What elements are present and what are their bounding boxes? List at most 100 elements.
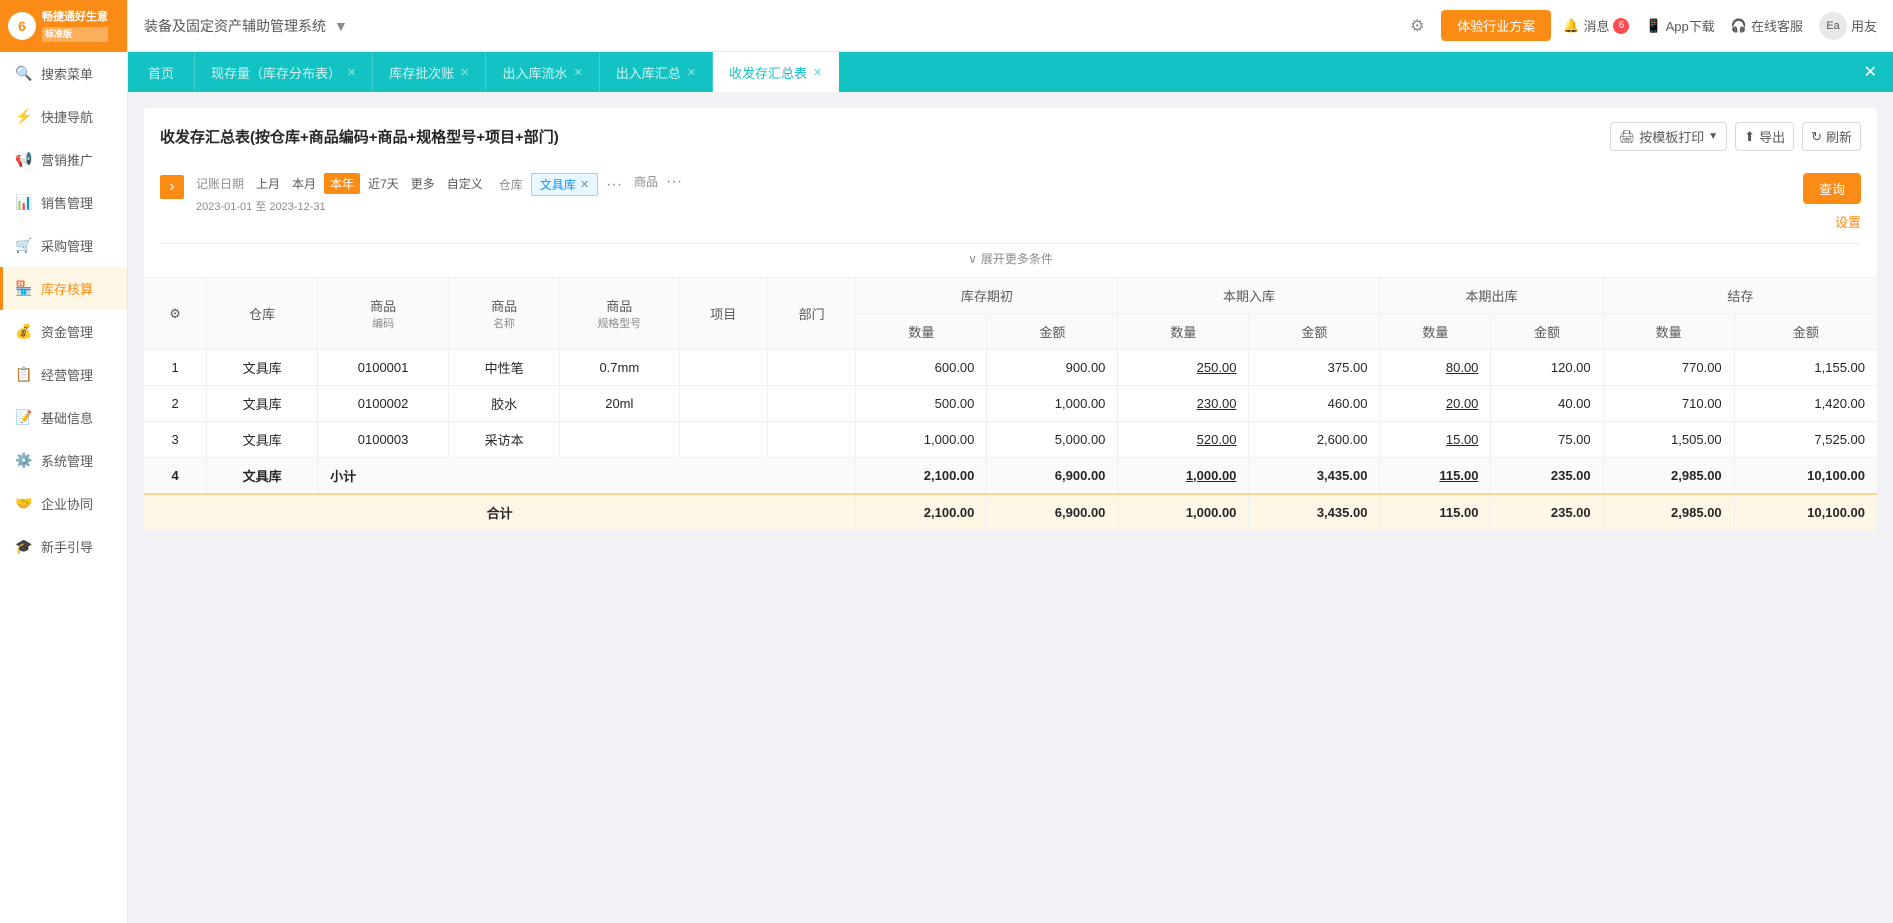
goods-filter-group: 商品 ··· (634, 173, 682, 190)
expand-conditions-btn[interactable]: ∨ 展开更多条件 (968, 250, 1053, 267)
tab-close-inventory-dist[interactable]: ✕ (347, 66, 356, 79)
cell-open-amt-3: 5,000.00 (987, 422, 1118, 458)
cell-code-2: 0100002 (318, 386, 449, 422)
bell-icon: 🔔 (1563, 18, 1579, 34)
cell-seq-3: 3 (144, 422, 207, 458)
tab-close-inout-flow[interactable]: ✕ (574, 66, 583, 79)
print-btn[interactable]: 🖨 按模板打印 ▼ (1610, 122, 1727, 151)
cell-code-3: 0100003 (318, 422, 449, 458)
cell-out-qty-2[interactable]: 20.00 (1380, 386, 1491, 422)
top-header: 装备及固定资产辅助管理系统 ▼ ⚙ 体验行业方案 🔔 消息 6 📱 App下载 … (128, 0, 1893, 52)
tab-close-batch[interactable]: ✕ (460, 66, 469, 79)
cell-in-amt-1: 375.00 (1249, 350, 1380, 386)
settings-text-button[interactable]: 设置 (1835, 208, 1861, 235)
shortcut-last-month[interactable]: 上月 (252, 173, 284, 194)
query-button[interactable]: 查询 (1803, 173, 1861, 204)
cell-open-amt-2: 1,000.00 (987, 386, 1118, 422)
cell-sub-in-qty[interactable]: 1,000.00 (1118, 458, 1249, 495)
cell-total-in-qty: 1,000.00 (1118, 494, 1249, 531)
sidebar-item-inventory[interactable]: 🏪 库存核算 (0, 267, 127, 310)
shortcut-this-month[interactable]: 本月 (288, 173, 320, 194)
sidebar-item-finance[interactable]: 💰 资金管理 (0, 310, 127, 353)
shortcut-more[interactable]: 更多 (407, 173, 439, 194)
expand-row: ∨ 展开更多条件 (160, 243, 1861, 277)
settings-icon-btn[interactable]: ⚙ (1405, 14, 1429, 38)
sidebar-item-search[interactable]: 🔍 搜索菜单 (0, 52, 127, 95)
refresh-btn[interactable]: ↻ 刷新 (1802, 122, 1861, 151)
user-action[interactable]: Ea 用友 (1819, 12, 1877, 40)
tab-inout-flow[interactable]: 出入库流水 ✕ (486, 52, 599, 92)
system-title-text: 装备及固定资产辅助管理系统 (144, 16, 326, 36)
tab-inventory-dist[interactable]: 现存量（库存分布表） ✕ (195, 52, 373, 92)
sidebar-item-purchase[interactable]: 🛒 采购管理 (0, 224, 127, 267)
main-table: ⚙ 仓库 商品编码 商品名称 商品规格型号 项目 部门 库存期初 本期入库 本期… (144, 278, 1877, 531)
app-download-action[interactable]: 📱 App下载 (1645, 16, 1714, 35)
cell-sub-out-qty[interactable]: 115.00 (1380, 458, 1491, 495)
cell-spec-2: 20ml (560, 386, 680, 422)
th-close-qty: 数量 (1603, 314, 1734, 350)
filter-toggle-button[interactable]: › (160, 175, 184, 199)
page-title-text: 收发存汇总表(按仓库+商品编码+商品+规格型号+项目+部门) (160, 126, 559, 147)
search-icon: 🔍 (15, 65, 33, 82)
cell-open-amt-1: 900.00 (987, 350, 1118, 386)
sidebar-item-quick-nav[interactable]: ⚡ 快捷导航 (0, 95, 127, 138)
th-settings[interactable]: ⚙ (144, 278, 207, 350)
tab-receive-summary[interactable]: 收发存汇总表 ✕ (713, 52, 839, 92)
cell-out-qty-3[interactable]: 15.00 (1380, 422, 1491, 458)
cell-dept-1 (767, 350, 855, 386)
warehouse-tag[interactable]: 文具库 ✕ (531, 173, 598, 196)
settings-gear-icon: ⚙ (1410, 16, 1424, 36)
online-service-action[interactable]: 🎧 在线客服 (1731, 16, 1803, 35)
lightning-icon: ⚡ (15, 108, 33, 125)
tab-bar-close-btn[interactable]: ✕ (1848, 62, 1893, 82)
sidebar-item-sales[interactable]: 📊 销售管理 (0, 181, 127, 224)
sidebar-item-system[interactable]: ⚙️ 系统管理 (0, 439, 127, 482)
th-goods-spec: 商品规格型号 (560, 278, 680, 350)
table-settings-icon[interactable]: ⚙ (169, 306, 181, 321)
cell-total-close-amt: 10,100.00 (1734, 494, 1877, 531)
sidebar-item-guide[interactable]: 🎓 新手引导 (0, 525, 127, 568)
note-icon: 📝 (15, 409, 33, 426)
headset-icon: 🎧 (1731, 18, 1747, 34)
tab-close-receive-summary[interactable]: ✕ (813, 66, 822, 79)
cell-in-qty-2[interactable]: 230.00 (1118, 386, 1249, 422)
system-title-area: 装备及固定资产辅助管理系统 ▼ (144, 16, 1393, 36)
warehouse-tag-close[interactable]: ✕ (580, 178, 589, 191)
tab-batch[interactable]: 库存批次账 ✕ (373, 52, 486, 92)
page-card: 收发存汇总表(按仓库+商品编码+商品+规格型号+项目+部门) 🖨 按模板打印 ▼… (144, 108, 1877, 531)
warehouse-more-btn[interactable]: ··· (606, 177, 622, 193)
shortcut-this-year[interactable]: 本年 (324, 173, 360, 194)
cell-close-amt-2: 1,420.00 (1734, 386, 1877, 422)
goods-more-btn[interactable]: ··· (666, 174, 682, 190)
cell-total-label: 合计 (144, 494, 856, 531)
page-title-row: 收发存汇总表(按仓库+商品编码+商品+规格型号+项目+部门) 🖨 按模板打印 ▼… (160, 122, 1861, 151)
th-in: 本期入库 (1118, 278, 1380, 314)
cell-out-qty-1[interactable]: 80.00 (1380, 350, 1491, 386)
cell-total-open-qty: 2,100.00 (856, 494, 987, 531)
cell-in-qty-3[interactable]: 520.00 (1118, 422, 1249, 458)
shortcut-7days[interactable]: 近7天 (364, 173, 403, 194)
message-action[interactable]: 🔔 消息 6 (1563, 16, 1629, 35)
cell-close-amt-1: 1,155.00 (1734, 350, 1877, 386)
tab-inout-summary[interactable]: 出入库汇总 ✕ (600, 52, 713, 92)
cell-total-out-qty: 115.00 (1380, 494, 1491, 531)
cell-open-qty-3: 1,000.00 (856, 422, 987, 458)
chart-icon: 📊 (15, 194, 33, 211)
export-btn[interactable]: ⬆ 导出 (1735, 122, 1794, 151)
tab-close-inout-summary[interactable]: ✕ (687, 66, 696, 79)
sidebar-menu: 🔍 搜索菜单 ⚡ 快捷导航 📢 营销推广 📊 销售管理 🛒 采购管理 🏪 库存核… (0, 52, 127, 923)
sidebar-item-marketing[interactable]: 📢 营销推广 (0, 138, 127, 181)
shortcut-custom[interactable]: 自定义 (443, 173, 487, 194)
tab-home[interactable]: 首页 (128, 52, 195, 92)
cell-in-qty-1[interactable]: 250.00 (1118, 350, 1249, 386)
query-section: 查询 设置 (1803, 173, 1861, 235)
sidebar-item-collab[interactable]: 🤝 企业协同 (0, 482, 127, 525)
sidebar-item-basic[interactable]: 📝 基础信息 (0, 396, 127, 439)
content-area: 收发存汇总表(按仓库+商品编码+商品+规格型号+项目+部门) 🖨 按模板打印 ▼… (128, 92, 1893, 923)
cell-sub-open-amt: 6,900.00 (987, 458, 1118, 495)
tab-bar: 首页 现存量（库存分布表） ✕ 库存批次账 ✕ 出入库流水 ✕ 出入库汇总 ✕ … (128, 52, 1893, 92)
cell-warehouse-2: 文具库 (207, 386, 318, 422)
th-opening: 库存期初 (856, 278, 1118, 314)
experience-button[interactable]: 体验行业方案 (1441, 10, 1551, 41)
sidebar-item-operations[interactable]: 📋 经营管理 (0, 353, 127, 396)
